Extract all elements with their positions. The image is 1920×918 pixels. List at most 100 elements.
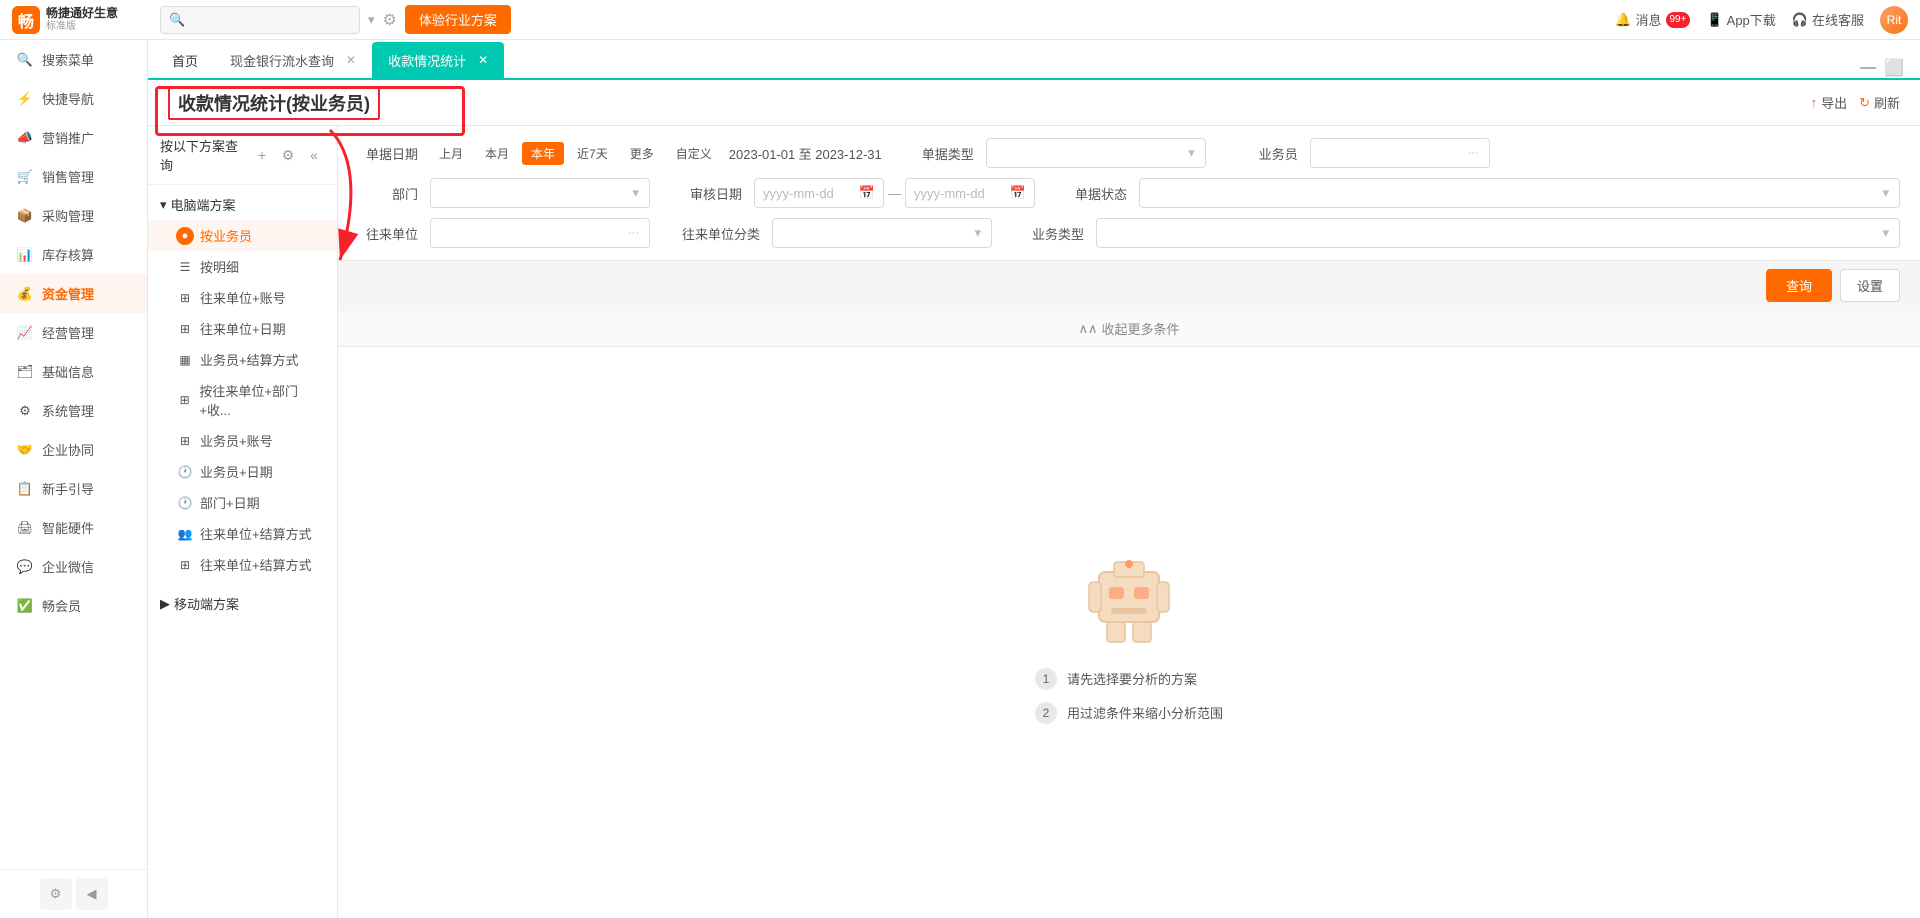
sidebar-item-guide[interactable]: 📋 新手引导: [0, 469, 147, 508]
settings-btn[interactable]: 设置: [1840, 269, 1900, 302]
logo-edition: 标准版: [46, 21, 118, 33]
dept-label: 部门: [358, 184, 418, 203]
counterpart-select[interactable]: ···: [430, 218, 650, 248]
table2-icon: ⊞: [176, 391, 193, 409]
sidebar-item-smart-hw[interactable]: 🖨 智能硬件: [0, 508, 147, 547]
export-btn[interactable]: ↑ 导出: [1811, 93, 1848, 112]
quick-nav-icon: ⚡: [16, 90, 34, 108]
app-download-btn[interactable]: 📱 App下载: [1706, 10, 1775, 29]
doc-type-select[interactable]: ▾: [986, 138, 1206, 168]
date-tab-this-month[interactable]: 本月: [476, 142, 518, 165]
review-date-to-input[interactable]: yyyy-mm-dd 📅: [905, 178, 1035, 208]
sidebar-item-cooperation[interactable]: 🤝 企业协同: [0, 430, 147, 469]
sidebar-item-search-menu[interactable]: 🔍 搜索菜单: [0, 40, 147, 79]
scheme-item-by-unit-date[interactable]: ⊞ 往来单位+日期: [148, 313, 337, 344]
scheme-add-btn[interactable]: +: [251, 144, 273, 166]
group-label: 电脑端方案: [171, 195, 236, 214]
scheme-item-by-salesman-date[interactable]: 🕐 业务员+日期: [148, 456, 337, 487]
sidebar-item-inventory[interactable]: 📊 库存核算: [0, 235, 147, 274]
sidebar-item-marketing[interactable]: 📣 营销推广: [0, 118, 147, 157]
scheme-group-desktop-title[interactable]: ▾ 电脑端方案: [148, 189, 337, 220]
scheme-item-by-unit-settle3[interactable]: ⊞ 往来单位+结算方式: [148, 549, 337, 580]
sidebar-item-operation[interactable]: 📈 经营管理: [0, 313, 147, 352]
step-num-2: 2: [1035, 702, 1057, 724]
tab-bank-flow[interactable]: 现金银行流水查询 ✕: [214, 42, 372, 78]
scheme-item-label: 业务员+结算方式: [200, 350, 299, 369]
message-btn[interactable]: 🔔 消息 99+: [1615, 10, 1690, 29]
sidebar-collapse-btn[interactable]: ◀: [76, 878, 108, 910]
step-num-1: 1: [1035, 668, 1057, 690]
member-icon: ✅: [16, 597, 34, 615]
close-bank-flow-icon[interactable]: ✕: [346, 53, 356, 67]
tab-home[interactable]: 首页: [156, 42, 214, 78]
scheme-item-by-unit-account[interactable]: ⊞ 往来单位+账号: [148, 282, 337, 313]
guide-icon: 📋: [16, 480, 34, 498]
query-btn[interactable]: 查询: [1766, 269, 1832, 302]
tab-window-minimize-icon[interactable]: —: [1860, 59, 1876, 77]
sidebar-item-fund[interactable]: 💰 资金管理: [0, 274, 147, 313]
scheme-item-by-salesman-account[interactable]: ⊞ 业务员+账号: [148, 425, 337, 456]
logo-name: 畅捷通好生意: [46, 6, 118, 20]
scheme-item-by-salesman-settle[interactable]: ▦ 业务员+结算方式: [148, 344, 337, 375]
refresh-btn[interactable]: ↻ 刷新: [1859, 93, 1900, 112]
scheme-item-by-unit-dept[interactable]: ⊞ 按往来单位+部门+收...: [148, 375, 337, 425]
scheme-group-mobile-title[interactable]: ▶ 移动端方案: [148, 588, 337, 619]
collapse-bar[interactable]: ∧∧ 收起更多条件: [338, 311, 1920, 347]
biz-type-select[interactable]: ▾: [1096, 218, 1900, 248]
header-right: 🔔 消息 99+ 📱 App下载 🎧 在线客服 Rit: [1615, 6, 1908, 34]
scheme-item-by-unit-settle2[interactable]: 👥 往来单位+结算方式: [148, 518, 337, 549]
receipt-stat-label: 收款情况统计: [388, 51, 466, 70]
online-service-btn[interactable]: 🎧 在线客服: [1792, 10, 1864, 29]
review-date-label: 审核日期: [682, 184, 742, 203]
sidebar-item-wechat[interactable]: 💬 企业微信: [0, 547, 147, 586]
settings-icon[interactable]: ⚙: [383, 10, 397, 30]
filter-area: 单据日期 上月 本月 本年 近7天 更多 自定义 2023-01-01 至: [338, 126, 1920, 261]
trial-btn[interactable]: 体验行业方案: [405, 5, 511, 34]
user-avatar[interactable]: Rit: [1880, 6, 1908, 34]
date-tab-custom[interactable]: 自定义: [667, 142, 721, 165]
sidebar-item-sales[interactable]: 🛒 销售管理: [0, 157, 147, 196]
dept-select[interactable]: ▾: [430, 178, 650, 208]
sidebar-item-quick-nav[interactable]: ⚡ 快捷导航: [0, 79, 147, 118]
sidebar-item-label: 搜索菜单: [42, 50, 94, 69]
sidebar-item-basic-info[interactable]: 🗂 基础信息: [0, 352, 147, 391]
header-search-box[interactable]: 🔍: [160, 6, 360, 34]
sidebar-settings-btn[interactable]: ⚙: [40, 878, 72, 910]
tab-window-maximize-icon[interactable]: ⬜: [1884, 58, 1904, 78]
scheme-item-by-salesman[interactable]: ● 按业务员: [148, 220, 337, 251]
sales-icon: 🛒: [16, 168, 34, 186]
date-tab-7days[interactable]: 近7天: [568, 142, 617, 165]
sidebar-item-label: 资金管理: [42, 284, 94, 303]
sidebar-item-system[interactable]: ⚙ 系统管理: [0, 391, 147, 430]
tab-receipt-stat[interactable]: 收款情况统计 ✕: [372, 42, 504, 78]
scheme-item-by-dept-date[interactable]: 🕐 部门+日期: [148, 487, 337, 518]
group-icon: 👥: [176, 525, 194, 543]
close-receipt-stat-icon[interactable]: ✕: [478, 53, 488, 67]
scheme-item-label: 往来单位+结算方式: [200, 524, 312, 543]
page-actions: ↑ 导出 ↻ 刷新: [1811, 93, 1900, 112]
doc-status-label: 单据状态: [1067, 184, 1127, 203]
sidebar-item-member[interactable]: ✅ 畅会员: [0, 586, 147, 625]
purchase-icon: 📦: [16, 207, 34, 225]
scheme-item-by-detail[interactable]: ☰ 按明细: [148, 251, 337, 282]
date-range-display: 2023-01-01 至 2023-12-31: [729, 144, 882, 163]
content-area: 首页 现金银行流水查询 ✕ 收款情况统计 ✕ — ⬜ 收款情况统计(按业务员) …: [148, 40, 1920, 918]
logo-icon: 畅: [12, 6, 40, 34]
date-tab-more[interactable]: 更多: [621, 142, 663, 165]
doc-status-select[interactable]: ▾: [1139, 178, 1900, 208]
counterpart-category-select[interactable]: ▾: [772, 218, 992, 248]
dropdown-icon[interactable]: ▾: [368, 12, 375, 28]
scheme-collapse-btn[interactable]: «: [303, 144, 325, 166]
salesman-more-icon: ···: [1468, 147, 1479, 159]
biz-type-arrow-icon: ▾: [1882, 225, 1889, 241]
review-date-from-input[interactable]: yyyy-mm-dd 📅: [754, 178, 884, 208]
date-tab-last-month[interactable]: 上月: [430, 142, 472, 165]
scheme-settings-btn[interactable]: ⚙: [277, 144, 299, 166]
sidebar-item-label: 企业微信: [42, 557, 94, 576]
date-tab-this-year[interactable]: 本年: [522, 142, 564, 165]
sidebar-item-purchase[interactable]: 📦 采购管理: [0, 196, 147, 235]
doc-type-arrow-icon: ▾: [1188, 145, 1195, 161]
filter-row-2: 部门 ▾ 审核日期 yyyy-mm-dd 📅 —: [358, 178, 1900, 208]
inventory-icon: 📊: [16, 246, 34, 264]
salesman-select[interactable]: ···: [1310, 138, 1490, 168]
